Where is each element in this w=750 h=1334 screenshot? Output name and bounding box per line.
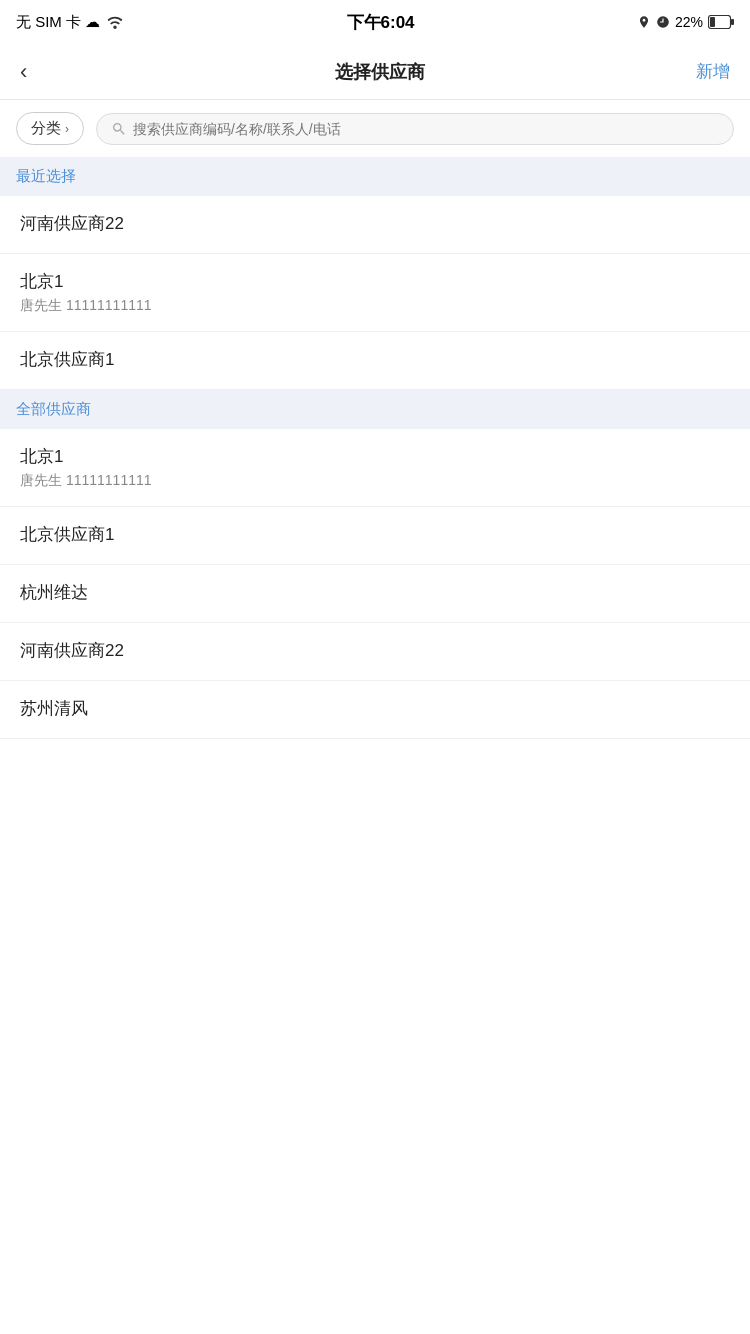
list-item[interactable]: 北京供应商1 [0,332,750,390]
recent-section-header: 最近选择 [0,157,750,196]
status-time: 下午6:04 [347,11,415,34]
all-items-list: 北京1 唐先生 11111111111 北京供应商1 杭州维达 河南供应商22 … [0,429,750,739]
item-name: 杭州维达 [20,581,730,604]
battery-icon [708,15,734,29]
status-right: 22% [637,14,734,30]
list-item[interactable]: 河南供应商22 [0,623,750,681]
search-input[interactable] [133,121,719,137]
no-sim-label: 无 SIM 卡 ☁ [16,13,100,32]
category-button[interactable]: 分类 › [16,112,84,145]
status-left: 无 SIM 卡 ☁ [16,13,124,32]
item-name: 北京1 [20,445,730,468]
list-item[interactable]: 北京1 唐先生 11111111111 [0,429,750,507]
list-item[interactable]: 北京供应商1 [0,507,750,565]
search-icon [111,121,127,137]
wifi-icon [106,15,124,29]
svg-rect-2 [731,19,734,25]
svg-rect-1 [710,17,715,27]
item-name: 河南供应商22 [20,212,730,235]
recent-items-list: 河南供应商22 北京1 唐先生 11111111111 北京供应商1 [0,196,750,390]
nav-bar: ‹ 选择供应商 新增 [0,44,750,100]
category-label: 分类 [31,119,61,138]
list-item[interactable]: 苏州清风 [0,681,750,739]
add-button[interactable]: 新增 [696,60,730,83]
filter-bar: 分类 › [0,100,750,157]
search-box[interactable] [96,113,734,145]
battery-label: 22% [675,14,703,30]
all-section-header: 全部供应商 [0,390,750,429]
list-item[interactable]: 杭州维达 [0,565,750,623]
back-button[interactable]: ‹ [20,59,64,85]
item-name: 北京供应商1 [20,348,730,371]
item-name: 北京1 [20,270,730,293]
chevron-right-icon: › [65,122,69,136]
location-icon [637,15,651,29]
item-sub: 唐先生 11111111111 [20,297,730,315]
list-item[interactable]: 河南供应商22 [0,196,750,254]
page-title: 选择供应商 [335,60,425,84]
item-name: 苏州清风 [20,697,730,720]
item-name: 河南供应商22 [20,639,730,662]
list-item[interactable]: 北京1 唐先生 11111111111 [0,254,750,332]
status-bar: 无 SIM 卡 ☁ 下午6:04 22% [0,0,750,44]
item-sub: 唐先生 11111111111 [20,472,730,490]
item-name: 北京供应商1 [20,523,730,546]
alarm-icon [656,15,670,29]
